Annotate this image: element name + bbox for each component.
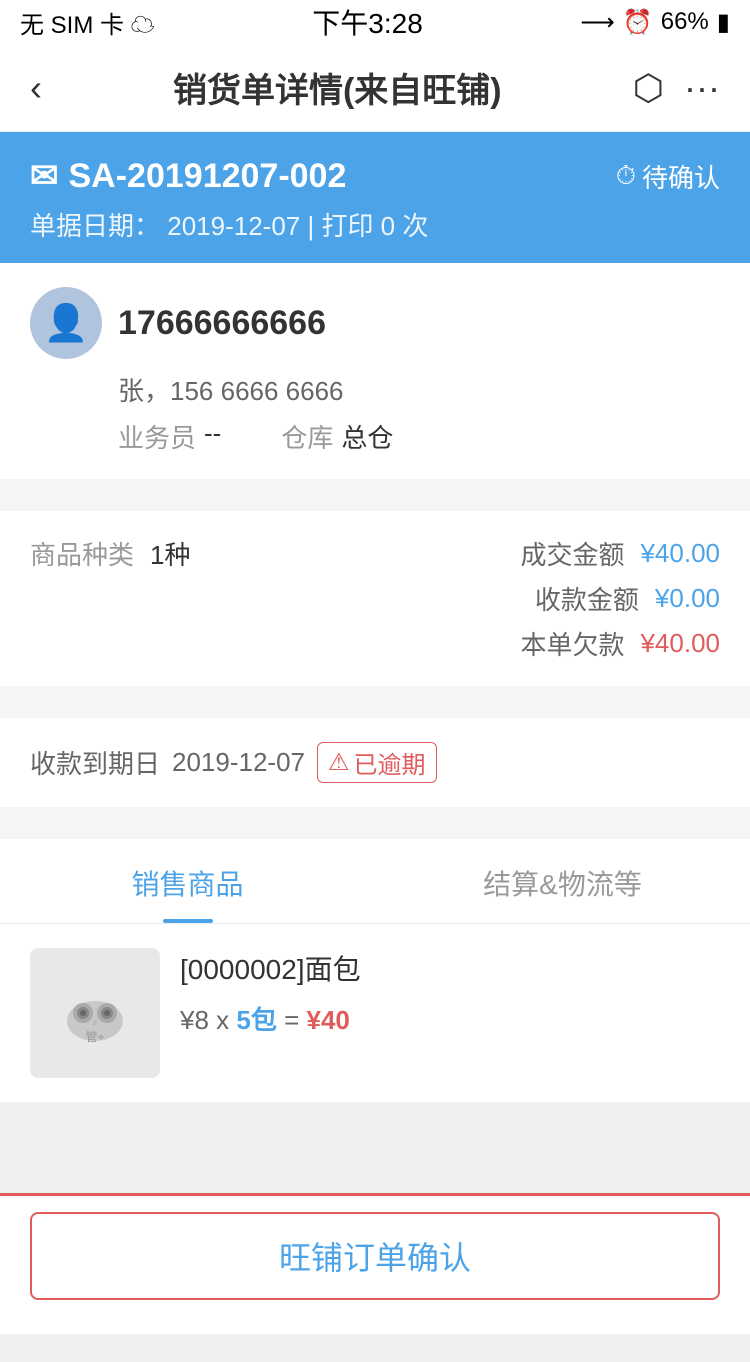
overdue-badge: ⚠ 已逾期 bbox=[317, 742, 437, 783]
clock-icon: ⏱ bbox=[616, 160, 636, 192]
tabs-row: 销售商品 结算&物流等 bbox=[0, 839, 750, 924]
order-date: 单据日期： 2019-12-07 | 打印 0 次 bbox=[30, 206, 720, 243]
warehouse-value: 总仓 bbox=[341, 418, 393, 455]
status-bar-time: 下午3:28 bbox=[312, 2, 423, 42]
due-date-value: 2019-12-07 bbox=[172, 747, 305, 778]
owed-value: ¥40.00 bbox=[640, 628, 720, 659]
sim-status: 无 SIM 卡 ☁ bbox=[20, 5, 155, 40]
sales-value: -- bbox=[204, 418, 221, 455]
status-bar-left: 无 SIM 卡 ☁ bbox=[20, 5, 155, 40]
avatar: 👤 bbox=[30, 287, 102, 359]
owed-label: 本单欠款 bbox=[520, 625, 624, 662]
back-button[interactable]: ‹ bbox=[30, 67, 42, 109]
customer-contact: 张，156 6666 6666 bbox=[30, 371, 720, 408]
due-date-label: 收款到期日 bbox=[30, 744, 160, 781]
product-name: [0000002]面包 bbox=[180, 948, 720, 988]
divider-2 bbox=[0, 702, 750, 718]
more-icon[interactable]: ··· bbox=[684, 67, 720, 109]
amount-value: ¥40.00 bbox=[640, 538, 720, 569]
received-label: 收款金额 bbox=[535, 580, 639, 617]
status-text: 待确认 bbox=[642, 158, 720, 195]
amount-label: 成交金额 bbox=[520, 535, 624, 572]
overdue-text: 已逾期 bbox=[354, 745, 426, 780]
page-title: 销货单详情(来自旺铺) bbox=[173, 63, 502, 112]
product-type-value: 1种 bbox=[150, 535, 190, 572]
svg-text:管+: 管+ bbox=[85, 1029, 104, 1043]
product-section: 管+ [0000002]面包 ¥8 x 5包 = ¥40 bbox=[0, 924, 750, 1102]
received-value: ¥0.00 bbox=[655, 583, 720, 614]
customer-phone: 17666666666 bbox=[118, 304, 326, 343]
warning-icon: ⚠ bbox=[328, 748, 350, 777]
warehouse-label: 仓库 bbox=[281, 418, 333, 455]
tab-products[interactable]: 销售商品 bbox=[0, 839, 375, 923]
product-price: ¥8 x 5包 = ¥40 bbox=[180, 1000, 720, 1037]
nav-actions: ⬡ ··· bbox=[633, 67, 720, 109]
battery-icon: ▮ bbox=[717, 8, 730, 37]
tab-settlement[interactable]: 结算&物流等 bbox=[375, 839, 750, 923]
tabs-section: 销售商品 结算&物流等 管+ bbox=[0, 839, 750, 1102]
alarm-icon: ⏰ bbox=[623, 8, 653, 37]
confirm-button[interactable]: 旺铺订单确认 bbox=[30, 1212, 720, 1300]
avatar-icon: 👤 bbox=[44, 302, 89, 344]
summary-section: 商品种类 1种 成交金额 ¥40.00 收款金额 ¥0.00 本单欠款 ¥40.… bbox=[0, 511, 750, 686]
bottom-bar: 旺铺订单确认 bbox=[0, 1193, 750, 1334]
product-type-label: 商品种类 bbox=[30, 535, 134, 572]
customer-meta: 业务员 -- 仓库 总仓 bbox=[30, 418, 720, 455]
divider-1 bbox=[0, 495, 750, 511]
status-bar-right: ⟶ ⏰ 66% ▮ bbox=[580, 8, 730, 37]
customer-section: 👤 17666666666 张，156 6666 6666 业务员 -- 仓库 … bbox=[0, 263, 750, 479]
export-icon[interactable]: ⬡ bbox=[633, 67, 664, 109]
order-icon: ✉ bbox=[30, 156, 59, 196]
order-status: ⏱ 待确认 bbox=[616, 158, 720, 195]
divider-3 bbox=[0, 823, 750, 839]
order-header-card: ✉ SA-20191207-002 ⏱ 待确认 单据日期： 2019-12-07… bbox=[0, 132, 750, 263]
status-bar: 无 SIM 卡 ☁ 下午3:28 ⟶ ⏰ 66% ▮ bbox=[0, 0, 750, 44]
product-info: [0000002]面包 ¥8 x 5包 = ¥40 bbox=[180, 948, 720, 1037]
product-logo-icon: 管+ bbox=[55, 983, 135, 1043]
due-date-section: 收款到期日 2019-12-07 ⚠ 已逾期 bbox=[0, 718, 750, 807]
nav-bar: ‹ 销货单详情(来自旺铺) ⬡ ··· bbox=[0, 44, 750, 132]
product-thumbnail: 管+ bbox=[30, 948, 160, 1078]
location-icon: ⟶ bbox=[580, 8, 614, 37]
battery-status: 66% bbox=[661, 8, 709, 36]
sales-label: 业务员 bbox=[118, 418, 196, 455]
order-id: ✉ SA-20191207-002 bbox=[30, 156, 346, 196]
